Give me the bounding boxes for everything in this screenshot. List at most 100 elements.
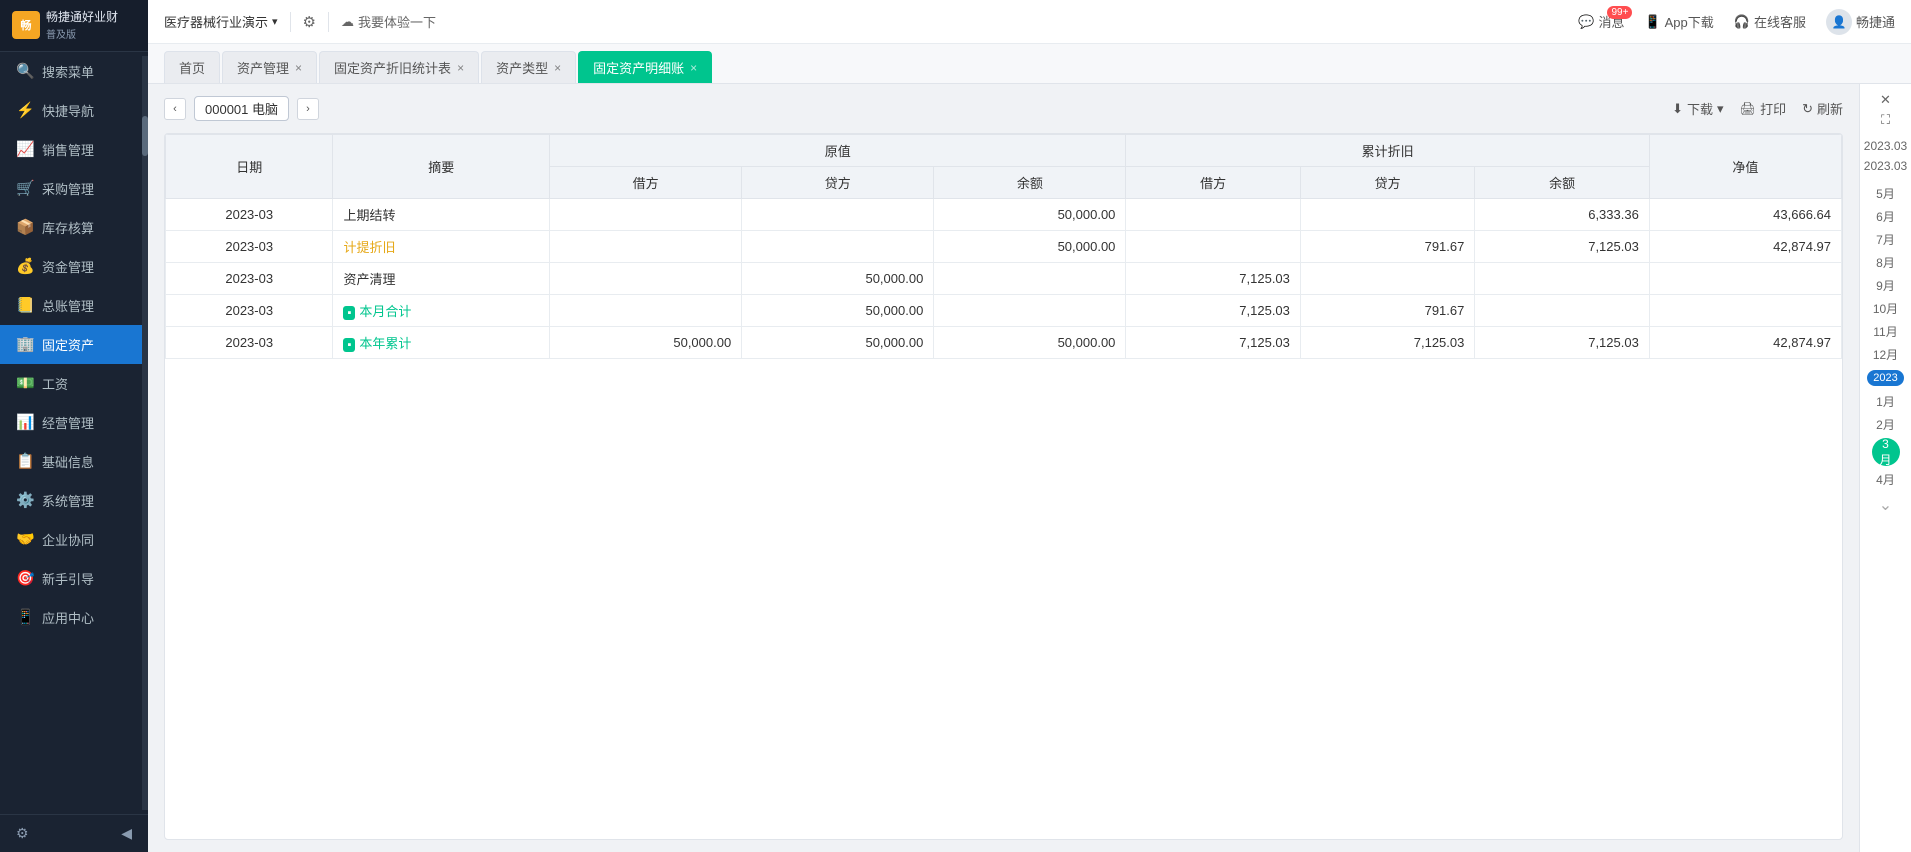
online-service-button[interactable]: 🎧 在线客服 xyxy=(1734,12,1806,31)
sidebar-item-sales[interactable]: 📈 销售管理 xyxy=(0,130,142,169)
sidebar-scrollbar-track[interactable] xyxy=(142,56,148,810)
sidebar-item-capital[interactable]: 💰 资金管理 xyxy=(0,247,142,286)
timeline-arrow-down[interactable]: ⌄ xyxy=(1879,495,1892,515)
tab-close-depreciation-stats[interactable]: × xyxy=(457,61,464,75)
logo-text: 畅捷通好业财 普及版 xyxy=(46,10,118,41)
sidebar-item-search[interactable]: 🔍 搜索菜单 xyxy=(0,52,142,91)
user-menu[interactable]: 👤 畅捷通 xyxy=(1826,9,1895,35)
tab-close-asset-type[interactable]: × xyxy=(554,61,561,75)
sidebar-item-operations[interactable]: 📊 经营管理 xyxy=(0,403,142,442)
sidebar-footer: ⚙ ◀ xyxy=(0,814,148,852)
sidebar-item-payroll[interactable]: 💵 工资 xyxy=(0,364,142,403)
sidebar-nav: 🔍 搜索菜单 ⚡ 快捷导航 📈 销售管理 🛒 采购管理 📦 库存核算 💰 xyxy=(0,52,142,814)
data-table-wrapper: 日期 摘要 原值 累计折旧 净值 借方 贷方 余额 借方 贷方 余额 xyxy=(164,133,1843,840)
print-button[interactable]: 🖨 打印 xyxy=(1740,99,1787,118)
timeline-date-2[interactable]: 2023.03 xyxy=(1864,156,1907,176)
col-accum-credit: 贷方 xyxy=(1300,167,1474,199)
sidebar-scrollbar-thumb[interactable] xyxy=(142,116,148,156)
tab-asset-detail[interactable]: 固定资产明细账 × xyxy=(578,51,712,83)
col-accum-debit: 借方 xyxy=(1126,167,1300,199)
next-asset-button[interactable]: › xyxy=(297,98,319,120)
tab-home[interactable]: 首页 xyxy=(164,51,220,83)
timeline-close-icon[interactable]: ✕ xyxy=(1880,92,1891,108)
cell-accum-credit-1: 791.67 xyxy=(1300,231,1474,263)
fixed-assets-icon: 🏢 xyxy=(16,335,34,353)
timeline-month-5[interactable]: 5月 xyxy=(1876,182,1895,205)
sidebar-item-fixed-assets[interactable]: 🏢 固定资产 xyxy=(0,325,142,364)
app-center-icon: 📱 xyxy=(16,608,34,626)
timeline-date-1[interactable]: 2023.03 xyxy=(1864,136,1907,156)
sidebar-item-enterprise[interactable]: 🤝 企业协同 xyxy=(0,520,142,559)
sidebar-item-ledger[interactable]: 📒 总账管理 xyxy=(0,286,142,325)
experience-button[interactable]: ☁ 我要体验一下 xyxy=(341,12,436,31)
timeline-month-4[interactable]: 4月 xyxy=(1876,468,1895,491)
settings-icon[interactable]: ⚙ xyxy=(303,13,316,31)
refresh-button[interactable]: ↻ 刷新 xyxy=(1802,99,1843,118)
chevron-down-icon: ▾ xyxy=(272,15,278,28)
tab-asset-mgmt[interactable]: 资产管理 × xyxy=(222,51,317,83)
sidebar-item-app-center[interactable]: 📱 应用中心 xyxy=(0,598,142,637)
tab-depreciation-stats[interactable]: 固定资产折旧统计表 × xyxy=(319,51,479,83)
sidebar-item-inventory[interactable]: 📦 库存核算 xyxy=(0,208,142,247)
payroll-icon: 💵 xyxy=(16,374,34,392)
cell-orig-balance-1: 50,000.00 xyxy=(934,231,1126,263)
timeline-expand-icon[interactable]: ⛶ xyxy=(1881,112,1890,128)
data-table: 日期 摘要 原值 累计折旧 净值 借方 贷方 余额 借方 贷方 余额 xyxy=(165,134,1842,359)
topbar-divider xyxy=(290,12,291,32)
tab-close-asset-detail[interactable]: × xyxy=(690,61,697,75)
timeline-month-11[interactable]: 11月 xyxy=(1873,320,1897,343)
tab-asset-type[interactable]: 资产类型 × xyxy=(481,51,576,83)
toolbar-left: ‹ 000001 电脑 › xyxy=(164,96,319,121)
ledger-icon: 📒 xyxy=(16,296,34,314)
logo-icon: 畅 xyxy=(12,11,40,39)
company-selector[interactable]: 医疗器械行业演示 ▾ xyxy=(164,12,278,31)
guide-icon: 🎯 xyxy=(16,569,34,587)
timeline-month-1[interactable]: 1月 xyxy=(1876,390,1895,413)
sidebar-item-quick-nav[interactable]: ⚡ 快捷导航 xyxy=(0,91,142,130)
download-icon: ⬇ xyxy=(1672,101,1683,117)
settings-footer-icon[interactable]: ⚙ xyxy=(16,825,29,842)
collapse-icon[interactable]: ◀ xyxy=(121,825,132,842)
cell-orig-debit-2 xyxy=(550,263,742,295)
quick-nav-icon: ⚡ xyxy=(16,101,34,119)
cell-orig-balance-3 xyxy=(934,295,1126,327)
cell-date-1: 2023-03 xyxy=(166,231,333,263)
message-badge: 99+ xyxy=(1607,6,1632,19)
sidebar-item-basic-info[interactable]: 📋 基础信息 xyxy=(0,442,142,481)
timeline-month-3-active[interactable]: 3月 xyxy=(1872,438,1900,466)
print-icon: 🖨 xyxy=(1740,101,1757,117)
timeline-month-12[interactable]: 12月 xyxy=(1873,343,1898,366)
app-download-button[interactable]: 📱 App下载 xyxy=(1644,12,1713,31)
cell-orig-credit-2: 50,000.00 xyxy=(742,263,934,295)
sidebar-item-system[interactable]: ⚙️ 系统管理 xyxy=(0,481,142,520)
timeline-month-8[interactable]: 8月 xyxy=(1876,251,1895,274)
cell-orig-credit-3: 50,000.00 xyxy=(742,295,934,327)
inventory-icon: 📦 xyxy=(16,218,34,236)
message-button[interactable]: 💬 消息 99+ xyxy=(1578,12,1624,31)
sales-icon: 📈 xyxy=(16,140,34,158)
timeline-month-10[interactable]: 10月 xyxy=(1873,297,1898,320)
timeline-month-6[interactable]: 6月 xyxy=(1876,205,1895,228)
timeline-month-9[interactable]: 9月 xyxy=(1876,274,1895,297)
cell-orig-credit-4: 50,000.00 xyxy=(742,327,934,359)
download-button[interactable]: ⬇ 下载 ▾ xyxy=(1672,99,1723,118)
sidebar-item-purchase[interactable]: 🛒 采购管理 xyxy=(0,169,142,208)
prev-asset-button[interactable]: ‹ xyxy=(164,98,186,120)
purchase-icon: 🛒 xyxy=(16,179,34,197)
cell-orig-debit-3 xyxy=(550,295,742,327)
cell-date-0: 2023-03 xyxy=(166,199,333,231)
cell-net-value-2 xyxy=(1649,263,1841,295)
sidebar: 畅 畅捷通好业财 普及版 🔍 搜索菜单 ⚡ 快捷导航 📈 销售管理 🛒 采购管理 xyxy=(0,0,148,852)
cell-orig-balance-0: 50,000.00 xyxy=(934,199,1126,231)
timeline-month-7[interactable]: 7月 xyxy=(1876,228,1895,251)
topbar-divider2 xyxy=(328,12,329,32)
tab-close-asset-mgmt[interactable]: × xyxy=(295,61,302,75)
timeline-month-2[interactable]: 2月 xyxy=(1876,413,1895,436)
col-summary: 摘要 xyxy=(333,135,550,199)
sidebar-item-guide[interactable]: 🎯 新手引导 xyxy=(0,559,142,598)
cell-accum-credit-0 xyxy=(1300,199,1474,231)
cell-orig-debit-0 xyxy=(550,199,742,231)
timeline-year-label[interactable]: 2023 xyxy=(1867,370,1903,386)
cell-net-value-3 xyxy=(1649,295,1841,327)
col-orig-credit: 贷方 xyxy=(742,167,934,199)
